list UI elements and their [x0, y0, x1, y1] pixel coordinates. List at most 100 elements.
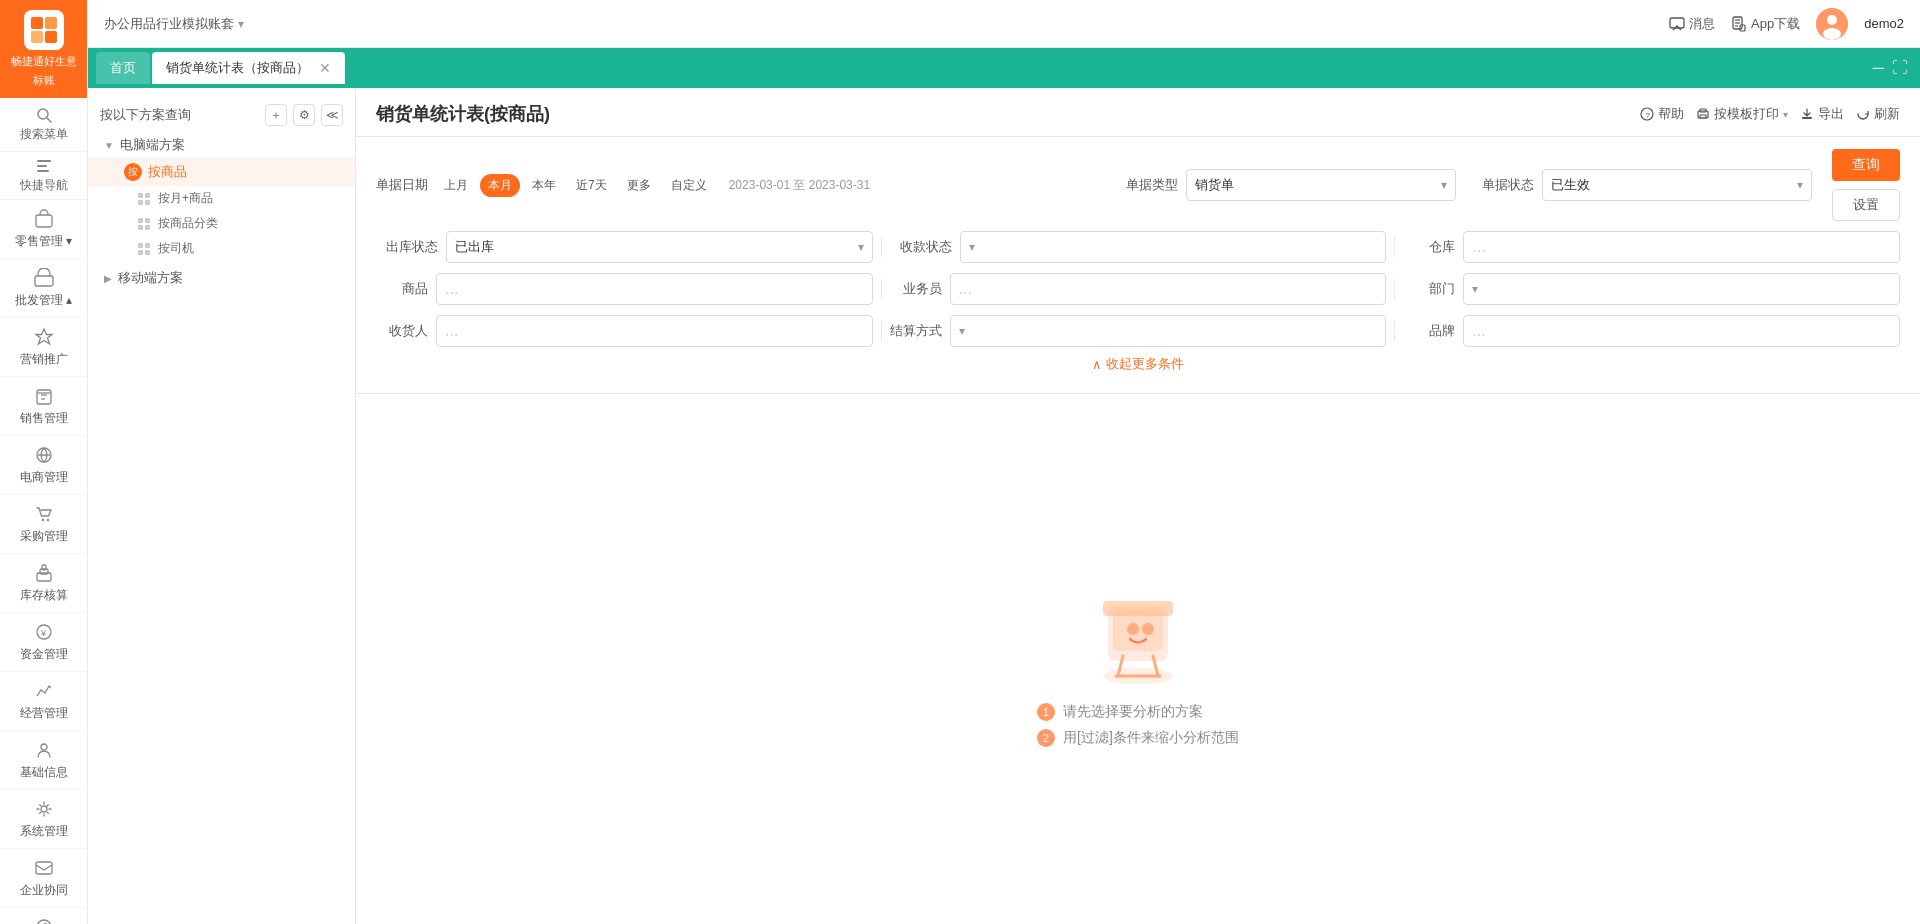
payment-input[interactable]: ▾ [960, 231, 1387, 263]
settings-scheme-btn[interactable]: ⚙ [293, 104, 315, 126]
quick-nav-item[interactable]: 快捷导航 [0, 152, 87, 200]
page-header: 销货单统计表(按商品) ? 帮助 按模板打印 ▾ 导出 [356, 88, 1920, 137]
doc-status-chevron-icon: ▾ [1797, 178, 1803, 192]
tab-minimize-icon[interactable]: ─ [1873, 59, 1884, 77]
collapse-conditions-btn[interactable]: ∧ 收起更多条件 [376, 347, 1900, 381]
help-label: 帮助 [1658, 105, 1684, 123]
tree-child-by-product[interactable]: 按 按商品 [88, 158, 355, 186]
brand-label: 品牌 [1403, 322, 1463, 340]
empty-tip-1: 1 请先选择要分析的方案 [1037, 703, 1239, 721]
doc-type-label: 单据类型 [1116, 176, 1186, 194]
print-arrow-icon[interactable]: ▾ [1783, 109, 1788, 120]
doc-status-input[interactable]: 已生效 ▾ [1542, 169, 1812, 201]
tip-text-2: 用[过滤]条件来缩小分析范围 [1063, 729, 1239, 747]
warehouse-input[interactable]: ... [1463, 231, 1900, 263]
message-btn[interactable]: 消息 [1669, 15, 1715, 33]
date-tab-last-month[interactable]: 上月 [436, 174, 476, 197]
tab-home[interactable]: 首页 [96, 52, 150, 84]
product-input[interactable]: ... [436, 273, 873, 305]
workspace-selector[interactable]: 办公用品行业模拟账套 ▾ [104, 15, 244, 33]
svg-point-65 [1142, 623, 1154, 635]
date-tab-this-month[interactable]: 本月 [480, 174, 520, 197]
settlement-chevron-icon: ▾ [959, 324, 965, 338]
sidebar-item-sales[interactable]: 销售管理 [0, 377, 87, 436]
tree-node-desktop[interactable]: ▼ 电脑端方案 [88, 132, 355, 158]
retail-label: 零售管理 ▾ [15, 233, 72, 250]
sidebar-item-marketing[interactable]: 营销推广 [0, 318, 87, 377]
sidebar-item-system[interactable]: 系统管理 [0, 790, 87, 849]
sales-label: 销售管理 [20, 410, 68, 427]
export-btn[interactable]: 导出 [1800, 105, 1844, 123]
svg-point-23 [41, 744, 47, 750]
base-label: 基础信息 [20, 764, 68, 781]
by-category-label: 按商品分类 [158, 215, 218, 232]
print-btn[interactable]: 按模板打印 ▾ [1696, 105, 1788, 123]
settings-btn[interactable]: 设置 [1832, 189, 1900, 221]
search-menu-item[interactable]: 搜索菜单 [0, 98, 87, 152]
sidebar-item-ecom[interactable]: 电商管理 [0, 436, 87, 495]
sidebar-item-wholesale[interactable]: 批发管理 ▴ [0, 259, 87, 318]
tip-text-1: 请先选择要分析的方案 [1063, 703, 1203, 721]
sidebar-item-purchase[interactable]: 采购管理 [0, 495, 87, 554]
out-status-chevron-icon: ▾ [858, 240, 864, 254]
purchase-label: 采购管理 [20, 528, 68, 545]
filter-row-4: 收货人 ... 结算方式 ▾ 品牌 [376, 315, 1900, 347]
sidebar-item-ops[interactable]: 经营管理 [0, 672, 87, 731]
tree-child-by-category[interactable]: 按商品分类 [88, 211, 355, 236]
divider-4 [1394, 279, 1395, 299]
date-tab-more[interactable]: 更多 [619, 174, 659, 197]
doc-type-chevron-icon: ▾ [1441, 178, 1447, 192]
sidebar-item-finance[interactable]: ¥ 资金管理 [0, 613, 87, 672]
ops-label: 经营管理 [20, 705, 68, 722]
recipient-input[interactable]: ... [436, 315, 873, 347]
filter-department: 部门 ▾ [1403, 273, 1900, 305]
tip-num-2: 2 [1037, 729, 1055, 747]
sidebar-item-retail[interactable]: 零售管理 ▾ [0, 200, 87, 259]
workspace-name: 办公用品行业模拟账套 [104, 15, 234, 33]
svg-text:?: ? [1646, 111, 1651, 120]
inventory-label: 库存核算 [20, 587, 68, 604]
by-driver-label: 按司机 [158, 240, 194, 257]
salesperson-label: 业务员 [890, 280, 950, 298]
tree-child-by-month-product[interactable]: 按月+商品 [88, 186, 355, 211]
help-btn[interactable]: ? 帮助 [1640, 105, 1684, 123]
salesperson-input[interactable]: ... [950, 273, 1387, 305]
date-tab-this-year[interactable]: 本年 [524, 174, 564, 197]
sidebar-item-base[interactable]: 基础信息 [0, 731, 87, 790]
date-tab-7days[interactable]: 近7天 [568, 174, 615, 197]
sidebar-item-inventory[interactable]: 库存核算 [0, 554, 87, 613]
filter-panel-title: 按以下方案查询 [100, 106, 191, 124]
svg-rect-52 [145, 243, 150, 248]
inventory-icon [33, 562, 55, 584]
doc-type-input[interactable]: 销货单 ▾ [1186, 169, 1456, 201]
svg-point-64 [1127, 623, 1139, 635]
tree-arrow-desktop-icon: ▼ [104, 140, 114, 151]
filter-form: 单据日期 上月 本月 本年 近7天 更多 自定义 2023-03-01 至 20… [356, 137, 1920, 394]
add-scheme-btn[interactable]: ＋ [265, 104, 287, 126]
date-tab-custom[interactable]: 自定义 [663, 174, 715, 197]
app-download-btn[interactable]: App下载 [1731, 15, 1800, 33]
filter-out-status: 出库状态 已出库 ▾ [376, 231, 873, 263]
out-status-input[interactable]: 已出库 ▾ [446, 231, 873, 263]
collapse-panel-btn[interactable]: ≪ [321, 104, 343, 126]
tree-child-by-driver[interactable]: 按司机 [88, 236, 355, 261]
tab-maximize-icon[interactable]: ⛶ [1892, 59, 1908, 77]
user-name[interactable]: demo2 [1864, 16, 1904, 31]
settlement-input[interactable]: ▾ [950, 315, 1387, 347]
tree-node-mobile[interactable]: ▶ 移动端方案 [88, 265, 355, 291]
filter-panel-actions: ＋ ⚙ ≪ [265, 104, 343, 126]
svg-rect-6 [37, 160, 51, 162]
svg-point-24 [41, 806, 47, 812]
sidebar-logo[interactable]: 畅捷通好生意 标账 [0, 0, 87, 98]
brand-input[interactable]: ... [1463, 315, 1900, 347]
sidebar-item-corp[interactable]: 企业协同 [0, 849, 87, 908]
tab-sales-stats[interactable]: 销货单统计表（按商品） ✕ [152, 52, 345, 84]
query-btn[interactable]: 查询 [1832, 149, 1900, 181]
department-input[interactable]: ▾ [1463, 273, 1900, 305]
refresh-btn[interactable]: 刷新 [1856, 105, 1900, 123]
svg-rect-66 [1103, 601, 1173, 616]
empty-illustration [1078, 571, 1198, 691]
marketing-icon [33, 326, 55, 348]
tab-close-icon[interactable]: ✕ [319, 60, 331, 76]
sidebar-item-guide[interactable]: ? 新手引导 [0, 908, 87, 924]
